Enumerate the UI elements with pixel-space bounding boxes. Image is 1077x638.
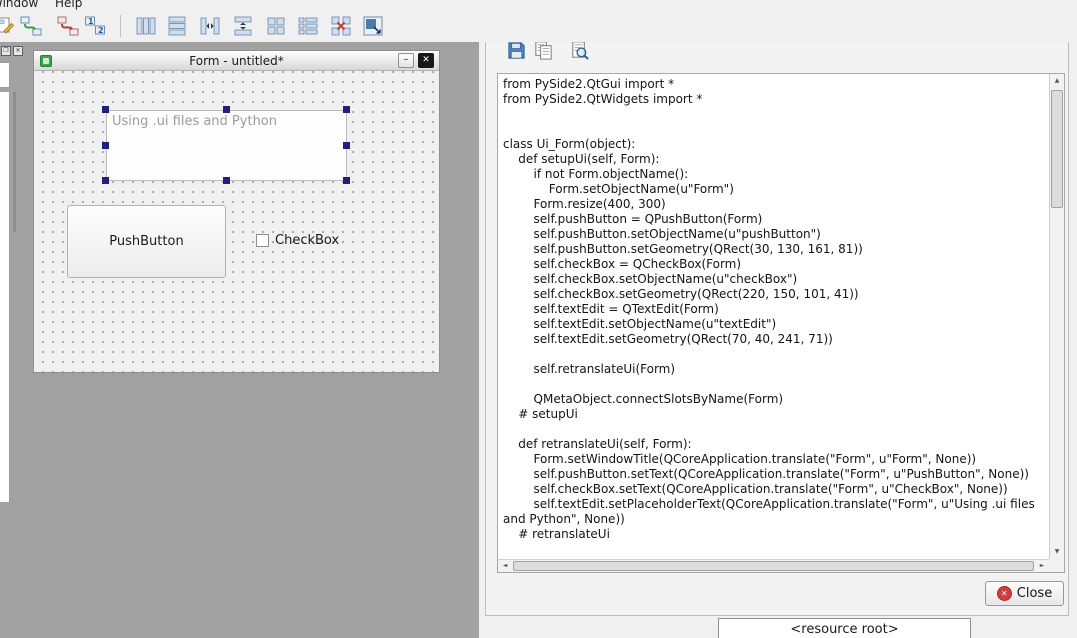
layout-form-icon [297, 15, 319, 37]
layout-grid-button[interactable] [263, 13, 289, 39]
adjust-size-button[interactable] [360, 13, 386, 39]
print-preview-icon [569, 40, 590, 61]
horizontal-scrollbar-thumb[interactable] [513, 561, 1034, 571]
edit-tab-order-button[interactable]: 1 2 [82, 13, 108, 39]
selection-handle[interactable] [223, 106, 230, 113]
qt-designer-window: Window Help [0, 0, 1077, 638]
vertical-scrollbar[interactable]: ▲ ▼ [1049, 74, 1064, 559]
layout-vertical-button[interactable] [164, 13, 190, 39]
selection-handle[interactable] [343, 177, 350, 184]
horizontal-scrollbar[interactable]: ◄ ► [498, 559, 1049, 572]
dock-float-button[interactable]: ❐ [1, 46, 11, 56]
selection-handle[interactable] [343, 142, 350, 149]
close-button[interactable]: ✕ [418, 53, 434, 68]
menubar: Window Help [0, 0, 1077, 10]
selection-handle[interactable] [102, 106, 109, 113]
svg-text:2: 2 [98, 26, 104, 35]
widgetbox-scrollbar[interactable] [13, 92, 16, 232]
selection-handle[interactable] [102, 142, 109, 149]
dock-close-button[interactable]: ✕ [13, 46, 23, 56]
widgetbox-filter-partial[interactable] [0, 62, 10, 88]
form-designer-window: Form - untitled* – ✕ PushButton [33, 50, 440, 373]
checkbox-label: CheckBox [275, 233, 339, 248]
scroll-down-arrow[interactable]: ▼ [1050, 545, 1064, 559]
edit-buddies-button[interactable] [55, 13, 81, 39]
dock-float-icon: ❐ [3, 47, 8, 54]
menu-help[interactable]: Help [55, 0, 82, 10]
vertical-scrollbar-thumb[interactable] [1051, 90, 1063, 208]
edit-signals-slots-icon [20, 15, 42, 37]
widgetbox-panel-partial [0, 92, 10, 502]
checkbox-widget[interactable]: CheckBox [256, 232, 339, 248]
form-canvas[interactable]: PushButton CheckBox [34, 71, 439, 372]
code-text: from PySide2.QtGui import * from PySide2… [498, 74, 1049, 559]
designer-form-icon [40, 55, 52, 67]
pushbutton-widget[interactable]: PushButton [67, 205, 226, 278]
edit-buddies-icon [57, 15, 79, 37]
main-toolbar: 1 2 [0, 10, 1077, 42]
code-area[interactable]: from PySide2.QtGui import * from PySide2… [497, 73, 1065, 573]
edit-signals-slots-button[interactable] [18, 13, 44, 39]
edit-widgets-button[interactable] [0, 13, 17, 39]
edit-tab-order-icon: 1 2 [84, 15, 106, 37]
layout-horizontal-button[interactable] [133, 13, 159, 39]
resource-root-item[interactable]: <resource root> [719, 619, 970, 637]
svg-text:1: 1 [88, 17, 94, 26]
resource-browser: <resource root> [718, 618, 971, 638]
layout-vertical-splitter-icon [232, 15, 254, 37]
dock-close-icon: ✕ [15, 47, 20, 54]
selection-handle[interactable] [102, 177, 109, 184]
copy-icon [533, 40, 554, 61]
layout-grid-icon [265, 15, 287, 37]
scroll-right-arrow[interactable]: ► [1035, 560, 1049, 572]
form-titlebar[interactable]: Form - untitled* – ✕ [34, 51, 439, 71]
pushbutton-label: PushButton [109, 234, 183, 249]
layout-vertical-icon [166, 15, 188, 37]
layout-horizontal-icon [135, 15, 157, 37]
layout-horizontal-splitter-button[interactable] [197, 13, 223, 39]
form-title: Form - untitled* [189, 54, 283, 68]
close-icon: ✕ [997, 586, 1012, 601]
mdi-area: ❐ ✕ Form - untitled* – ✕ [0, 42, 479, 638]
toolbar-separator [120, 15, 121, 37]
checkbox-box [256, 234, 269, 247]
save-icon [506, 40, 527, 61]
edit-widgets-icon [0, 15, 15, 37]
scroll-up-arrow[interactable]: ▲ [1050, 74, 1064, 88]
menu-window[interactable]: Window [0, 0, 38, 10]
selection-handle[interactable] [223, 177, 230, 184]
adjust-size-icon [362, 15, 384, 37]
close-button-label: Close [1017, 586, 1052, 601]
break-layout-button[interactable] [328, 13, 354, 39]
selection-handle[interactable] [343, 106, 350, 113]
minimize-button[interactable]: – [398, 53, 414, 68]
textedit-widget[interactable] [106, 110, 347, 181]
layout-vertical-splitter-button[interactable] [230, 13, 256, 39]
scroll-left-arrow[interactable]: ◄ [498, 560, 512, 572]
code-preview-dialog: from PySide2.QtGui import * from PySide2… [485, 28, 1069, 616]
break-layout-icon [330, 15, 352, 37]
layout-form-button[interactable] [295, 13, 321, 39]
close-dialog-button[interactable]: ✕ Close [985, 581, 1064, 606]
layout-horizontal-splitter-icon [199, 15, 221, 37]
scrollbar-corner [1049, 559, 1064, 572]
